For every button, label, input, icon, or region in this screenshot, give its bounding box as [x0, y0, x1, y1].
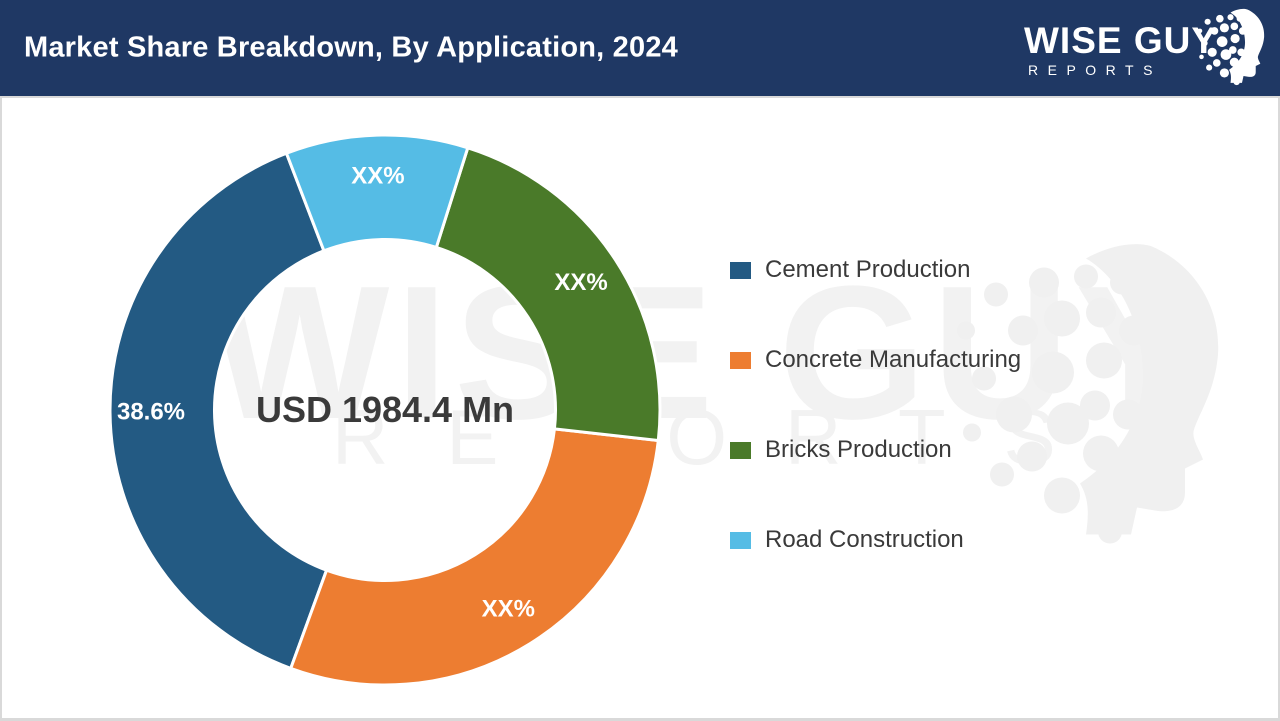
- legend-swatch: [730, 351, 751, 369]
- legend-item: Cement Production: [730, 255, 1021, 285]
- slice-label-1: XX%: [482, 595, 535, 622]
- slice-label-2: XX%: [554, 269, 607, 296]
- legend-item: Bricks Production: [730, 435, 1021, 465]
- legend-swatch: [730, 261, 751, 279]
- chart-canvas: WISE GUY REPORTS 38.6% XX% XX% XX% USD 1984…: [0, 96, 1280, 721]
- head-silhouette-icon: [1197, 8, 1265, 86]
- legend-swatch: [730, 531, 751, 549]
- slice-label-0: 38.6%: [117, 399, 185, 426]
- legend-label: Bricks Production: [765, 436, 952, 463]
- legend-item: Road Construction: [730, 525, 1021, 555]
- legend-item: Concrete Manufacturing: [730, 345, 1021, 375]
- slice-label-3: XX%: [351, 163, 404, 190]
- chart-legend: Cement Production Concrete Manufacturing B…: [730, 255, 1021, 615]
- legend-label: Concrete Manufacturing: [765, 346, 1022, 373]
- legend-swatch: [730, 441, 751, 459]
- donut-segment-1: [289, 427, 660, 687]
- logo-text: WISE GUY REPORTS: [1024, 22, 1217, 78]
- header-bar: Market Share Breakdown, By Application, …: [0, 0, 1280, 96]
- logo-wordmark: WISE GUY: [1024, 20, 1218, 61]
- wise-guy-reports-logo: WISE GUY REPORTS: [1024, 6, 1265, 92]
- page-title: Market Share Breakdown, By Application, …: [24, 31, 678, 64]
- donut-center-value: USD 1984.4 Mn: [255, 389, 515, 430]
- legend-label: Cement Production: [765, 256, 971, 283]
- legend-label: Road Construction: [765, 526, 964, 553]
- logo-subtitle: REPORTS: [1028, 62, 1162, 78]
